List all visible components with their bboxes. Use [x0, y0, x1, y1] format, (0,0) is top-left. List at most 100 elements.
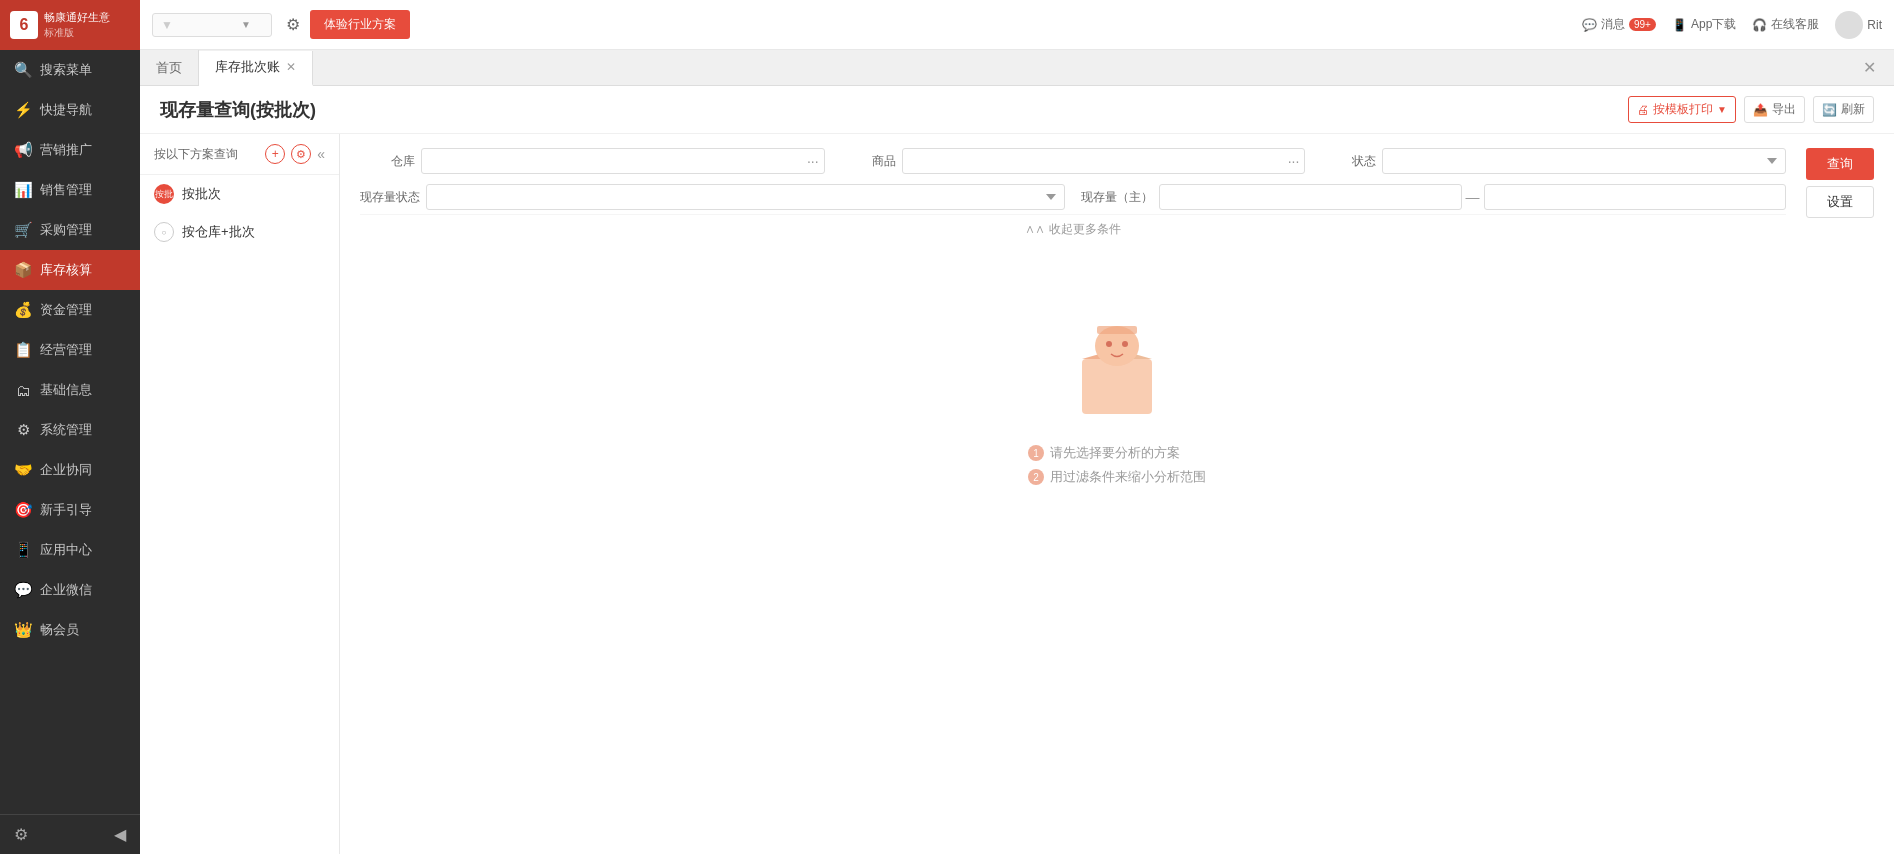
tabbar: 首页 库存批次账 ✕ ✕	[140, 50, 1894, 86]
app-logo: 6	[10, 11, 38, 39]
search-input[interactable]	[177, 18, 237, 32]
sidebar-item-enterprise-wechat[interactable]: 💬 企业微信	[0, 570, 140, 610]
sidebar-item-label-marketing: 营销推广	[40, 141, 92, 159]
tab-batch-account[interactable]: 库存批次账 ✕	[199, 51, 313, 86]
enterprise-wechat-icon: 💬	[14, 581, 32, 599]
tab-batch-account-label: 库存批次账	[215, 58, 280, 76]
inactive-plan-icon: ○	[154, 222, 174, 242]
sidebar-item-app-center[interactable]: 📱 应用中心	[0, 530, 140, 570]
settings-btn[interactable]: 设置	[1806, 186, 1874, 218]
marketing-icon: 📢	[14, 141, 32, 159]
stock-qty-min-input[interactable]	[1159, 184, 1462, 210]
svg-rect-6	[1097, 326, 1137, 334]
warehouse-dots-btn[interactable]: ···	[807, 153, 819, 169]
print-btn[interactable]: 🖨 按模板打印 ▼	[1628, 96, 1736, 123]
gear-icon[interactable]: ⚙	[286, 15, 300, 34]
topbar: ▼ ▼ ⚙ 体验行业方案 💬 消息 99+ 📱 App下载 🎧 在线客服 Ri	[140, 0, 1894, 50]
stock-qty-max-input[interactable]	[1484, 184, 1787, 210]
sidebar-item-purchase[interactable]: 🛒 采购管理	[0, 210, 140, 250]
sidebar-item-marketing[interactable]: 📢 营销推广	[0, 130, 140, 170]
sidebar-item-enterprise-collab[interactable]: 🤝 企业协同	[0, 450, 140, 490]
online-service-btn[interactable]: 🎧 在线客服	[1752, 16, 1819, 33]
sidebar-item-label-operations: 经营管理	[40, 341, 92, 359]
page-container: 现存量查询(按批次) 🖨 按模板打印 ▼ 📤 导出 🔄 刷新	[140, 86, 1894, 854]
sidebar-item-new-guide[interactable]: 🎯 新手引导	[0, 490, 140, 530]
right-panel: 仓库 ··· 商品 ···	[340, 134, 1894, 854]
sidebar-item-operations[interactable]: 📋 经营管理	[0, 330, 140, 370]
search-menu-icon: 🔍	[14, 61, 32, 79]
dropdown-arrow-icon: ▼	[241, 19, 251, 30]
company-name: 畅康通好生意	[44, 10, 110, 24]
collapse-left-panel-icon[interactable]: «	[317, 146, 325, 162]
export-btn-label: 导出	[1772, 101, 1796, 118]
username-label: Rit	[1867, 18, 1882, 32]
sidebar-item-label-search: 搜索菜单	[40, 61, 92, 79]
stock-status-label: 现存量状态	[360, 189, 420, 206]
add-plan-btn[interactable]: +	[265, 144, 285, 164]
plan-item-by-batch[interactable]: 按批 按批次	[140, 175, 339, 213]
online-service-label: 在线客服	[1771, 16, 1819, 33]
new-guide-icon: 🎯	[14, 501, 32, 519]
empty-state: 1 请先选择要分析的方案 2 用过滤条件来缩小分析范围	[360, 244, 1874, 552]
plan-item-by-warehouse-batch[interactable]: ○ 按仓库+批次	[140, 213, 339, 251]
svg-rect-0	[1082, 359, 1152, 414]
user-profile-btn[interactable]: Rit	[1835, 11, 1882, 39]
print-dropdown-icon: ▼	[1717, 104, 1727, 115]
sidebar-item-finance[interactable]: 💰 资金管理	[0, 290, 140, 330]
topbar-search-box[interactable]: ▼ ▼	[152, 13, 272, 37]
product-input-wrapper: ···	[902, 148, 1306, 174]
app-center-icon: 📱	[14, 541, 32, 559]
manage-plan-btn[interactable]: ⚙	[291, 144, 311, 164]
collapse-sidebar-icon[interactable]: ◀	[114, 825, 126, 844]
sidebar-item-vip[interactable]: 👑 畅会员	[0, 610, 140, 650]
printer-icon: 🖨	[1637, 103, 1649, 117]
settings-footer-icon[interactable]: ⚙	[14, 825, 28, 844]
plan-item-by-warehouse-batch-label: 按仓库+批次	[182, 223, 255, 241]
app-download-label: App下载	[1691, 16, 1736, 33]
sidebar-item-label-quick-nav: 快捷导航	[40, 101, 92, 119]
hint-num-2: 2	[1028, 469, 1044, 485]
tab-home[interactable]: 首页	[140, 50, 199, 85]
refresh-icon: 🔄	[1822, 103, 1837, 117]
warehouse-label: 仓库	[360, 153, 415, 170]
status-label: 状态	[1321, 153, 1376, 170]
sidebar-item-search[interactable]: 🔍 搜索菜单	[0, 50, 140, 90]
messages-label: 消息	[1601, 16, 1625, 33]
export-btn[interactable]: 📤 导出	[1744, 96, 1805, 123]
hint-item-2: 2 用过滤条件来缩小分析范围	[1028, 468, 1206, 486]
refresh-btn[interactable]: 🔄 刷新	[1813, 96, 1874, 123]
hint-item-1: 1 请先选择要分析的方案	[1028, 444, 1206, 462]
refresh-btn-label: 刷新	[1841, 101, 1865, 118]
page-title: 现存量查询(按批次)	[160, 98, 316, 122]
status-filter: 状态	[1321, 148, 1786, 174]
stock-status-select[interactable]	[426, 184, 1065, 210]
app-download-btn[interactable]: 📱 App下载	[1672, 16, 1736, 33]
sidebar-item-label-enterprise-wechat: 企业微信	[40, 581, 92, 599]
plan-item-by-batch-label: 按批次	[182, 185, 221, 203]
sidebar-item-inventory[interactable]: 📦 库存核算	[0, 250, 140, 290]
collapse-more-btn[interactable]: ∧∧ 收起更多条件	[360, 214, 1786, 244]
main-content: ▼ ▼ ⚙ 体验行业方案 💬 消息 99+ 📱 App下载 🎧 在线客服 Ri	[140, 0, 1894, 854]
hint-text-1: 请先选择要分析的方案	[1050, 444, 1180, 462]
product-input[interactable]	[902, 148, 1306, 174]
sidebar-item-quick-nav[interactable]: ⚡ 快捷导航	[0, 90, 140, 130]
warehouse-input[interactable]	[421, 148, 825, 174]
headset-icon: 🎧	[1752, 18, 1767, 32]
status-select[interactable]	[1382, 148, 1786, 174]
search-icon: ▼	[161, 18, 173, 32]
message-icon: 💬	[1582, 18, 1597, 32]
product-dots-btn[interactable]: ···	[1288, 153, 1300, 169]
close-all-tabs-icon[interactable]: ✕	[1855, 58, 1884, 77]
messages-btn[interactable]: 💬 消息 99+	[1582, 16, 1656, 33]
query-btn[interactable]: 查询	[1806, 148, 1874, 180]
tab-close-icon[interactable]: ✕	[286, 61, 296, 73]
hint-num-1: 1	[1028, 445, 1044, 461]
sidebar: 6 畅康通好生意 标准版 🔍 搜索菜单 ⚡ 快捷导航 📢 营销推广 📊 销售管理…	[0, 0, 140, 854]
sidebar-item-basic-info[interactable]: 🗂 基础信息	[0, 370, 140, 410]
trial-btn[interactable]: 体验行业方案	[310, 10, 410, 39]
page-header-actions: 🖨 按模板打印 ▼ 📤 导出 🔄 刷新	[1628, 96, 1874, 123]
sidebar-item-system[interactable]: ⚙ 系统管理	[0, 410, 140, 450]
sidebar-item-sales[interactable]: 📊 销售管理	[0, 170, 140, 210]
finance-icon: 💰	[14, 301, 32, 319]
filter-section: 仓库 ··· 商品 ···	[360, 148, 1874, 244]
